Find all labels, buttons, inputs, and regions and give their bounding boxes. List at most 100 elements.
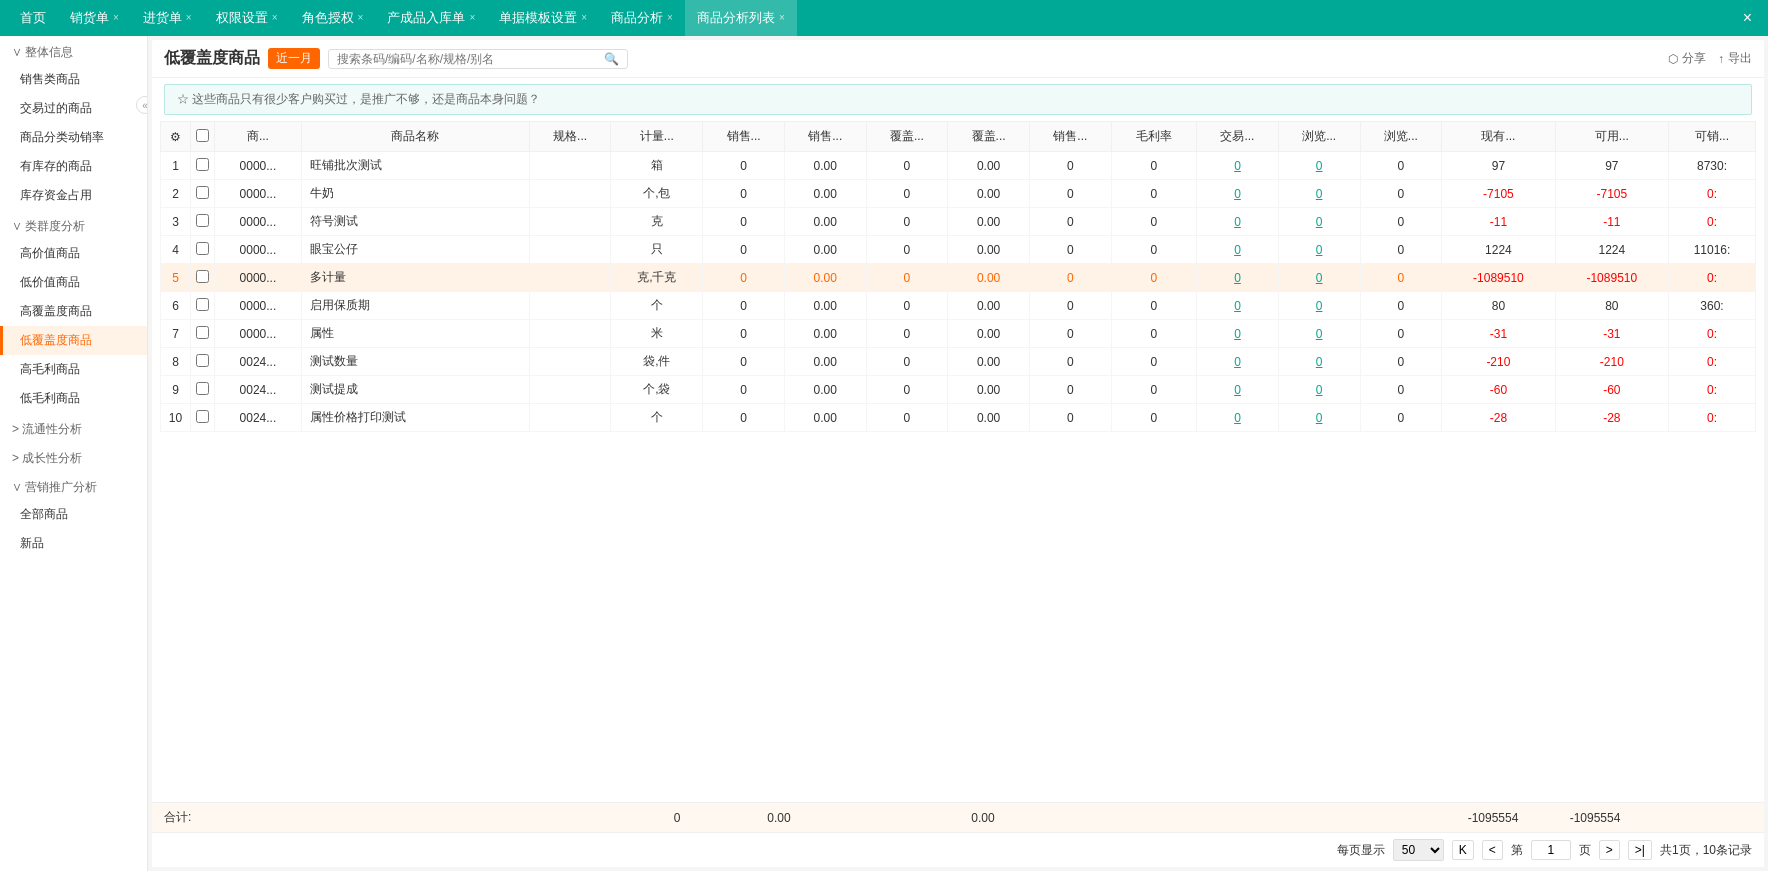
row-browse1[interactable]: 0 — [1278, 376, 1360, 404]
sidebar-section-flow[interactable]: > 流通性分析 — [0, 413, 147, 442]
col-checkbox[interactable] — [191, 122, 215, 152]
col-unit[interactable]: 计量... — [611, 122, 703, 152]
share-button[interactable]: ⬡ 分享 — [1668, 50, 1706, 67]
row-checkbox[interactable] — [191, 348, 215, 376]
row-sales-qty: 0 — [703, 264, 785, 292]
search-icon[interactable]: 🔍 — [604, 52, 619, 66]
next-page-button[interactable]: > — [1599, 840, 1620, 860]
sidebar-item-in-stock[interactable]: 有库存的商品 — [0, 152, 147, 181]
col-coverage1[interactable]: 覆盖... — [866, 122, 948, 152]
per-page-select[interactable]: 50 100 200 — [1393, 839, 1444, 861]
row-checkbox[interactable] — [191, 152, 215, 180]
sidebar-item-low-coverage[interactable]: 低覆盖度商品 — [0, 326, 147, 355]
col-settings[interactable]: ⚙ — [161, 122, 191, 152]
col-browse2[interactable]: 浏览... — [1360, 122, 1442, 152]
sidebar-section-marketing[interactable]: ∨ 营销推广分析 — [0, 471, 147, 500]
row-browse1[interactable]: 0 — [1278, 404, 1360, 432]
table-row: 7 0000... 属性 米 0 0.00 0 0.00 0 0 0 0 0 -… — [161, 320, 1756, 348]
row-sales-qty: 0 — [703, 320, 785, 348]
row-sales-amt: 0.00 — [784, 348, 866, 376]
sidebar-item-category-turnover[interactable]: 商品分类动销率 — [0, 123, 147, 152]
row-checkbox[interactable] — [191, 236, 215, 264]
sidebar-item-high-coverage[interactable]: 高覆盖度商品 — [0, 297, 147, 326]
nav-home[interactable]: 首页 — [8, 0, 58, 36]
sidebar-item-traded-products[interactable]: 交易过的商品 — [0, 94, 147, 123]
row-checkbox[interactable] — [191, 320, 215, 348]
col-coverage2[interactable]: 覆盖... — [948, 122, 1030, 152]
time-filter-button[interactable]: 近一月 — [268, 48, 320, 69]
close-icon[interactable]: × — [581, 0, 587, 36]
row-sellable: 0: — [1669, 376, 1756, 404]
col-code[interactable]: 商... — [215, 122, 302, 152]
nav-product-analysis-list[interactable]: 商品分析列表 × — [685, 0, 797, 36]
close-icon[interactable]: × — [667, 0, 673, 36]
select-all-checkbox[interactable] — [196, 129, 209, 142]
row-checkbox[interactable] — [191, 404, 215, 432]
nav-permission-settings[interactable]: 权限设置 × — [204, 0, 290, 36]
row-browse1[interactable]: 0 — [1278, 180, 1360, 208]
sidebar-item-sales-products[interactable]: 销售类商品 — [0, 65, 147, 94]
sidebar-section-growth[interactable]: > 成长性分析 — [0, 442, 147, 471]
table-wrapper[interactable]: ⚙ 商... 商品名称 规格... 计量... 销售... 销售... 覆盖..… — [152, 121, 1764, 802]
row-browse1[interactable]: 0 — [1278, 320, 1360, 348]
sidebar-item-high-margin[interactable]: 高毛利商品 — [0, 355, 147, 384]
nav-finished-goods[interactable]: 产成品入库单 × — [375, 0, 487, 36]
last-page-button[interactable]: >| — [1628, 840, 1652, 860]
nav-purchase-order[interactable]: 进货单 × — [131, 0, 204, 36]
sidebar-item-high-value[interactable]: 高价值商品 — [0, 239, 147, 268]
row-coverage1: 0 — [866, 180, 948, 208]
sidebar-item-low-margin[interactable]: 低毛利商品 — [0, 384, 147, 413]
row-sales-amt: 0.00 — [784, 320, 866, 348]
col-sales-qty[interactable]: 销售... — [703, 122, 785, 152]
sidebar-collapse-button[interactable]: « — [136, 96, 148, 114]
row-browse1[interactable]: 0 — [1278, 348, 1360, 376]
total-coverage2: 0.00 — [932, 811, 1034, 825]
row-checkbox[interactable] — [191, 264, 215, 292]
search-input[interactable] — [337, 52, 600, 66]
col-sellable[interactable]: 可销... — [1669, 122, 1756, 152]
window-close-button[interactable]: × — [1735, 9, 1760, 27]
sidebar-item-new-products[interactable]: 新品 — [0, 529, 147, 558]
first-page-button[interactable]: K — [1452, 840, 1474, 860]
row-trade: 0 — [1197, 292, 1279, 320]
nav-role-auth[interactable]: 角色授权 × — [290, 0, 376, 36]
row-browse1[interactable]: 0 — [1278, 264, 1360, 292]
row-checkbox[interactable] — [191, 180, 215, 208]
nav-product-analysis[interactable]: 商品分析 × — [599, 0, 685, 36]
row-browse1[interactable]: 0 — [1278, 236, 1360, 264]
sidebar-section-cluster[interactable]: ∨ 类群度分析 — [0, 210, 147, 239]
close-icon[interactable]: × — [113, 0, 119, 36]
col-gross-rate[interactable]: 毛利率 — [1111, 122, 1196, 152]
col-name[interactable]: 商品名称 — [301, 122, 529, 152]
row-checkbox[interactable] — [191, 208, 215, 236]
row-checkbox[interactable] — [191, 376, 215, 404]
row-browse1[interactable]: 0 — [1278, 152, 1360, 180]
sidebar-item-low-value[interactable]: 低价值商品 — [0, 268, 147, 297]
col-browse1[interactable]: 浏览... — [1278, 122, 1360, 152]
table-row: 9 0024... 测试提成 个,袋 0 0.00 0 0.00 0 0 0 0… — [161, 376, 1756, 404]
page-number-input[interactable] — [1531, 840, 1571, 860]
nav-sales-order[interactable]: 销货单 × — [58, 0, 131, 36]
prev-page-button[interactable]: < — [1482, 840, 1503, 860]
close-icon[interactable]: × — [469, 0, 475, 36]
row-browse1[interactable]: 0 — [1278, 292, 1360, 320]
sidebar-section-overall[interactable]: ∨ 整体信息 — [0, 36, 147, 65]
col-spec[interactable]: 规格... — [529, 122, 611, 152]
close-icon[interactable]: × — [779, 0, 785, 36]
close-icon[interactable]: × — [186, 0, 192, 36]
row-browse1[interactable]: 0 — [1278, 208, 1360, 236]
col-trade[interactable]: 交易... — [1197, 122, 1279, 152]
row-coverage1: 0 — [866, 348, 948, 376]
close-icon[interactable]: × — [272, 0, 278, 36]
col-current-stock[interactable]: 现有... — [1442, 122, 1555, 152]
export-button[interactable]: ↑ 导出 — [1718, 50, 1752, 67]
row-checkbox[interactable] — [191, 292, 215, 320]
close-icon[interactable]: × — [358, 0, 364, 36]
nav-template-settings[interactable]: 单据模板设置 × — [487, 0, 599, 36]
row-unit: 个 — [611, 404, 703, 432]
col-usable[interactable]: 可用... — [1555, 122, 1668, 152]
col-sales-amt[interactable]: 销售... — [784, 122, 866, 152]
sidebar-item-inventory-capital[interactable]: 库存资金占用 — [0, 181, 147, 210]
sidebar-item-all-products[interactable]: 全部商品 — [0, 500, 147, 529]
col-sales-count[interactable]: 销售... — [1029, 122, 1111, 152]
